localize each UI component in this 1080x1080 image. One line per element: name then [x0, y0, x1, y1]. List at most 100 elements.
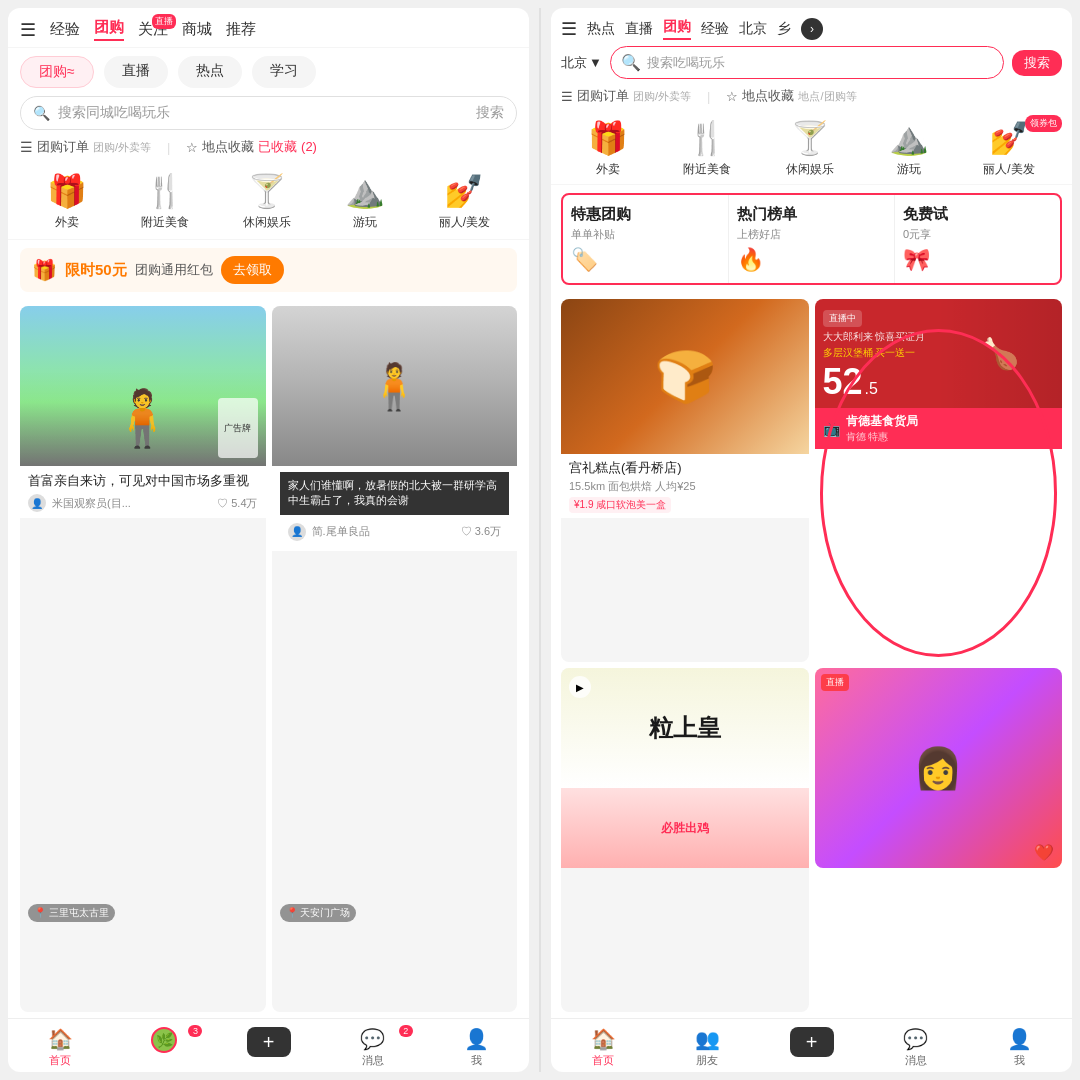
nav-mall[interactable]: 商城	[182, 20, 212, 39]
sub-tab-hot[interactable]: 热点	[178, 56, 242, 88]
right-order-label: 团购订单	[577, 87, 629, 105]
person-figure: 🧍	[366, 360, 422, 413]
saved-item[interactable]: ☆ 地点收藏 已收藏 (2)	[186, 138, 317, 156]
live-card-badge: 直播	[821, 674, 849, 691]
right-icon-delivery[interactable]: 🎁 外卖	[588, 119, 628, 178]
right-search-placeholder: 搜索吃喝玩乐	[647, 54, 993, 72]
play-button-icon[interactable]: ▶	[569, 676, 591, 698]
kfc-sub: 肯德 特惠	[846, 430, 918, 444]
nav-group-buy[interactable]: 团购	[94, 18, 124, 41]
right-search-button[interactable]: 搜索	[1012, 50, 1062, 76]
nav-follow[interactable]: 关注 直播	[138, 20, 168, 39]
food-card[interactable]: 🍞 宫礼糕点(看丹桥店) 15.5km 面包烘焙 人均¥25 ¥1.9 咸口软泡…	[561, 299, 809, 662]
phone-divider	[539, 8, 541, 1072]
left-top-nav: ☰ 经验 团购 关注 直播 商城 推荐	[8, 8, 529, 48]
left-search-bar[interactable]: 🔍 搜索同城吃喝玩乐 搜索	[20, 96, 517, 130]
promo-box-hot[interactable]: 热门榜单 上榜好店 🔥	[729, 195, 895, 283]
food-promo-tag: ¥1.9 咸口软泡美一盒	[569, 497, 671, 513]
right-bottom-messages[interactable]: 💬 消息	[864, 1027, 968, 1068]
leisure-label: 休闲娱乐	[243, 214, 291, 231]
right-nav-groupbuy[interactable]: 团购	[663, 18, 691, 40]
right-order-item[interactable]: ☰ 团购订单 团购/外卖等	[561, 87, 691, 105]
right-beauty-emoji: 💅	[989, 119, 1029, 157]
video-card[interactable]: 粒上皇 ▶ 必胜出鸡	[561, 668, 809, 1012]
card-avatar-2: 👤	[288, 523, 306, 541]
right-divider: |	[707, 89, 710, 104]
sub-tab-live[interactable]: 直播	[104, 56, 168, 88]
left-bottom-nav: 🏠 首页 🌿 3 + 💬 2 消息 👤 我	[8, 1018, 529, 1072]
promo-claim-button[interactable]: 去领取	[221, 256, 284, 284]
me-icon: 👤	[464, 1027, 489, 1051]
promo-box-special[interactable]: 特惠团购 单单补贴 🏷️	[563, 195, 729, 283]
right-bottom-friends[interactable]: 👥 朋友	[655, 1027, 759, 1068]
right-me-icon: 👤	[1007, 1027, 1032, 1051]
right-nav-more[interactable]: 乡	[777, 20, 791, 38]
content-card-2[interactable]: 🧍 📍 天安门广场 家人们谁懂啊，放暑假的北大被一群研学高中生霸占了，我真的会谢…	[272, 306, 518, 1012]
card-info-2: 家人们谁懂啊，放暑假的北大被一群研学高中生霸占了，我真的会谢 👤 简.尾单良品 …	[272, 466, 518, 551]
icon-leisure[interactable]: 🍸 休闲娱乐	[243, 172, 291, 231]
left-content-grid: 🧍 广告牌 📍 三里屯太古里 首富亲自来访，可见对中国市场多重视 👤 米国观察员…	[8, 300, 529, 1018]
sub-tab-groupbuy[interactable]: 团购≈	[20, 56, 94, 88]
card-author-2: 简.尾单良品	[312, 524, 370, 539]
promo-icon: 🎁	[32, 258, 57, 282]
home-label: 首页	[49, 1053, 71, 1068]
right-order-icon: ☰	[561, 89, 573, 104]
right-bottom-me[interactable]: 👤 我	[968, 1027, 1072, 1068]
bottom-nav-me[interactable]: 👤 我	[425, 1027, 529, 1068]
icon-nearby-food[interactable]: 🍴 附近美食	[141, 172, 189, 231]
right-icon-play[interactable]: ⛰️ 游玩	[889, 119, 929, 178]
right-search-icon: 🔍	[621, 53, 641, 72]
icon-delivery[interactable]: 🎁 外卖	[47, 172, 87, 231]
order-item[interactable]: ☰ 团购订单 团购/外卖等	[20, 138, 151, 156]
nav-recommend[interactable]: 推荐	[226, 20, 256, 39]
food-label: 附近美食	[141, 214, 189, 231]
menu-icon[interactable]: ☰	[20, 19, 36, 41]
right-nav-beijing[interactable]: 北京	[739, 20, 767, 38]
promo-box-free[interactable]: 免费试 0元享 🎀	[895, 195, 1060, 283]
card-meta-1: 👤 米国观察员(目... ♡ 5.4万	[28, 494, 258, 512]
add-button[interactable]: +	[247, 1027, 291, 1057]
promo-section: 特惠团购 单单补贴 🏷️ 热门榜单 上榜好店 🔥 免费试 0元享 🎀	[561, 193, 1062, 285]
bottom-nav-profile[interactable]: 🌿 3	[112, 1027, 216, 1068]
right-saved-item[interactable]: ☆ 地点收藏 地点/团购等	[726, 87, 856, 105]
sub-tab-learn[interactable]: 学习	[252, 56, 316, 88]
like-icon: ❤️	[1034, 843, 1054, 862]
right-messages-icon: 💬	[903, 1027, 928, 1051]
card-likes-2: ♡ 3.6万	[461, 524, 501, 539]
right-phone: ☰ 热点 直播 团购 经验 北京 乡 › 北京 ▼ 🔍 搜索吃喝玩乐 搜索 ☰ …	[551, 8, 1072, 1072]
content-card-1[interactable]: 🧍 广告牌 📍 三里屯太古里 首富亲自来访，可见对中国市场多重视 👤 米国观察员…	[20, 306, 266, 1012]
delivery-label: 外卖	[55, 214, 79, 231]
coupon-badge[interactable]: 领券包	[1025, 115, 1062, 132]
icon-beauty[interactable]: 💅 丽人/美发	[439, 172, 490, 231]
promo-free-sub: 0元享	[903, 227, 1052, 242]
kfc-image-area: 🍗	[938, 299, 1062, 408]
right-content-grid: 🍞 宫礼糕点(看丹桥店) 15.5km 面包烘焙 人均¥25 ¥1.9 咸口软泡…	[551, 293, 1072, 1018]
right-icons-grid: 🎁 外卖 🍴 附近美食 🍸 休闲娱乐 ⛰️ 游玩 💅 丽人/美发 领券包	[551, 113, 1072, 185]
location-button[interactable]: 北京 ▼	[561, 54, 602, 72]
icon-play[interactable]: ⛰️ 游玩	[345, 172, 385, 231]
live-badge: 直播	[152, 14, 176, 29]
video-sub-area: 必胜出鸡	[561, 788, 809, 868]
search-button[interactable]: 搜索	[476, 104, 504, 122]
card-location-2: 📍 天安门广场	[280, 904, 357, 922]
right-bottom-home[interactable]: 🏠 首页	[551, 1027, 655, 1068]
right-nav-hot[interactable]: 热点	[587, 20, 615, 38]
live-card[interactable]: 👩 直播 ❤️	[815, 668, 1063, 868]
order-sub: 团购/外卖等	[93, 140, 151, 155]
right-icon-leisure[interactable]: 🍸 休闲娱乐	[786, 119, 834, 178]
bottom-nav-add[interactable]: +	[216, 1027, 320, 1068]
right-menu-icon[interactable]: ☰	[561, 18, 577, 40]
bottom-nav-messages[interactable]: 💬 2 消息	[321, 1027, 425, 1068]
right-nav-live[interactable]: 直播	[625, 20, 653, 38]
right-add-button[interactable]: +	[790, 1027, 834, 1057]
food-card-image: 🍞	[561, 299, 809, 454]
more-button[interactable]: ›	[801, 18, 823, 40]
kfc-card[interactable]: 直播中 大大郎利来 惊喜买证月 多层汉堡桶 买一送一 52 .5 🍗 📺 肯德基…	[815, 299, 1063, 662]
promo-free-icon: 🎀	[903, 247, 1052, 273]
right-nav-experience[interactable]: 经验	[701, 20, 729, 38]
right-search-bar[interactable]: 🔍 搜索吃喝玩乐	[610, 46, 1004, 79]
bottom-nav-home[interactable]: 🏠 首页	[8, 1027, 112, 1068]
right-icon-food[interactable]: 🍴 附近美食	[683, 119, 731, 178]
right-bottom-add[interactable]: +	[759, 1027, 863, 1068]
nav-experience[interactable]: 经验	[50, 20, 80, 39]
